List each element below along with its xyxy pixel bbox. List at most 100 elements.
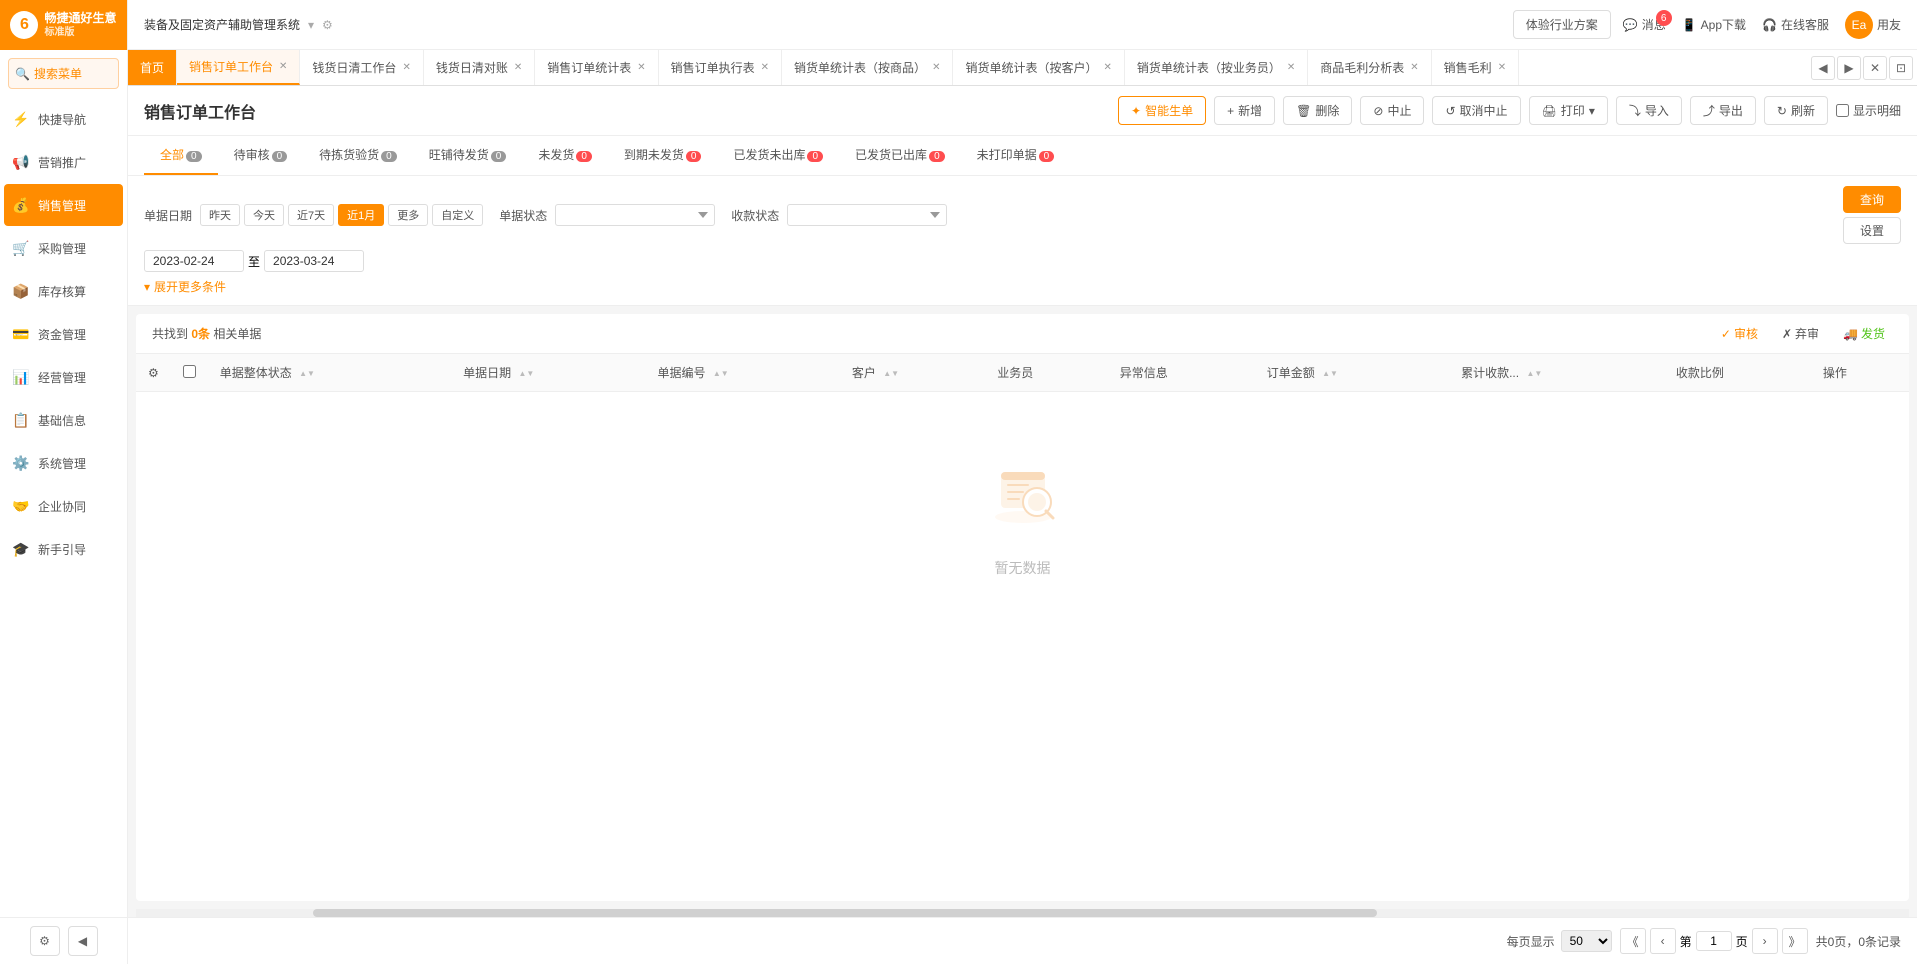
tab-product-margin[interactable]: 商品毛利分析表✕ (1308, 50, 1431, 85)
sidebar-item-operations[interactable]: 📊经营管理 (4, 356, 123, 398)
import-icon: ⤵ (1629, 102, 1641, 119)
delete-button[interactable]: 🗑 删除 (1283, 96, 1352, 125)
ship-action-button[interactable]: 🚚 发货 (1835, 322, 1893, 345)
page-number-input[interactable] (1696, 931, 1732, 951)
filter-tab-not-shipped[interactable]: 未发货0 (522, 136, 608, 175)
sidebar-item-quick-nav[interactable]: ⚡快捷导航 (4, 98, 123, 140)
tab-close-all-button[interactable]: ✕ (1863, 56, 1887, 80)
export-icon: ⤴ (1703, 102, 1715, 119)
cancel-stop-button[interactable]: ↺ 取消中止 (1432, 96, 1520, 125)
filter-tab-badge-not-printed: 0 (1039, 151, 1055, 162)
date-quick-近1月[interactable]: 近1月 (338, 204, 384, 226)
date-quick-更多[interactable]: 更多 (388, 204, 428, 226)
tab-prev-button[interactable]: ◀ (1811, 56, 1835, 80)
sidebar-item-base-info[interactable]: 📋基础信息 (4, 399, 123, 441)
filter-tab-not-printed[interactable]: 未打印单据0 (961, 136, 1071, 175)
search-menu-button[interactable]: 🔍 搜索菜单 (8, 58, 119, 89)
table-scroll[interactable]: ⚙ 单据整体状态 ▲▼ 单据日期 ▲▼ (136, 354, 1909, 901)
first-page-button[interactable]: 《 (1620, 928, 1646, 954)
filter-tab-shipped-not-warehoused[interactable]: 已发货未出库0 (717, 136, 839, 175)
cancel-review-action-button[interactable]: ✗ 弃审 (1774, 322, 1827, 345)
column-settings-icon[interactable]: ⚙ (148, 366, 159, 380)
filter-tab-pending-review[interactable]: 待审核0 (218, 136, 304, 175)
settings-footer-button[interactable]: ⚙ (30, 926, 60, 956)
filter-tab-overdue-not-shipped[interactable]: 到期未发货0 (608, 136, 718, 175)
tab-sales-order-workbench[interactable]: 销售订单工作台✕ (177, 50, 300, 85)
refresh-button[interactable]: ↻ 刷新 (1764, 96, 1828, 125)
tab-sales-order-exec[interactable]: 销售订单执行表✕ (659, 50, 782, 85)
last-page-button[interactable]: 》 (1782, 928, 1808, 954)
solution-button[interactable]: 体验行业方案 (1513, 10, 1611, 39)
customer-col-label: 客户 (852, 366, 876, 380)
tab-close-sales-order-stats[interactable]: ✕ (637, 62, 645, 73)
sidebar-item-system[interactable]: ⚙️系统管理 (4, 442, 123, 484)
tab-home[interactable]: 首页 (128, 50, 177, 85)
date-from-input[interactable] (144, 250, 244, 272)
sidebar-item-sales[interactable]: 💰销售管理 (4, 184, 123, 226)
filter-tab-pending-inspect[interactable]: 待拣货验货0 (303, 136, 413, 175)
nav-icon-finance: 💳 (12, 325, 30, 343)
new-button[interactable]: + 新增 (1214, 96, 1275, 125)
search-button[interactable]: 查询 (1843, 186, 1901, 213)
horizontal-scrollbar[interactable] (136, 909, 1909, 917)
date-quick-自定义[interactable]: 自定义 (432, 204, 483, 226)
tab-cash-daily[interactable]: 钱货日清工作台✕ (300, 50, 423, 85)
tab-close-cash-reconcile[interactable]: ✕ (514, 62, 522, 73)
system-title: 装备及固定资产辅助管理系统 ▾ ⚙ (144, 16, 1501, 33)
settings-icon[interactable]: ⚙ (322, 18, 333, 32)
tab-close-sales-order-exec[interactable]: ✕ (761, 62, 769, 73)
user-menu[interactable]: Ea 用友 (1845, 11, 1901, 39)
sidebar-item-marketing[interactable]: 📢营销推广 (4, 141, 123, 183)
payment-select[interactable] (787, 204, 947, 226)
tab-next-button[interactable]: ▶ (1837, 56, 1861, 80)
show-detail-checkbox[interactable] (1836, 104, 1849, 117)
tab-sales-profit[interactable]: 销售毛利✕ (1432, 50, 1519, 85)
filter-tab-shipped-warehoused[interactable]: 已发货已出库0 (839, 136, 961, 175)
collapse-sidebar-button[interactable]: ◀ (68, 926, 98, 956)
tab-sales-stats-customer[interactable]: 销货单统计表（按客户）✕ (953, 50, 1124, 85)
prev-page-button[interactable]: ‹ (1650, 928, 1676, 954)
tab-close-sales-stats-customer[interactable]: ✕ (1103, 62, 1111, 73)
show-detail-toggle[interactable]: 显示明细 (1836, 102, 1901, 119)
tab-close-sales-order-workbench[interactable]: ✕ (279, 61, 287, 72)
date-to-input[interactable] (264, 250, 364, 272)
sidebar-item-purchase[interactable]: 🛒采购管理 (4, 227, 123, 269)
smart-create-button[interactable]: ✦ 智能生单 (1118, 96, 1206, 125)
date-quick-近7天[interactable]: 近7天 (288, 204, 334, 226)
settings-button[interactable]: 设置 (1843, 217, 1901, 244)
scrollbar-thumb[interactable] (313, 909, 1377, 917)
date-quick-今天[interactable]: 今天 (244, 204, 284, 226)
sidebar-item-enterprise[interactable]: 🤝企业协同 (4, 485, 123, 527)
review-action-button[interactable]: ✓ 审核 (1713, 322, 1766, 345)
select-all-checkbox[interactable] (183, 365, 196, 378)
next-page-button[interactable]: › (1752, 928, 1778, 954)
export-button[interactable]: ⤴ 导出 (1690, 96, 1756, 125)
filter-tab-wangpu-pending-ship[interactable]: 旺铺待发货0 (413, 136, 523, 175)
nav-icon-quick-nav: ⚡ (12, 110, 30, 128)
tab-sales-stats-product[interactable]: 销货单统计表（按商品）✕ (782, 50, 953, 85)
tab-cash-reconcile[interactable]: 钱货日清对账✕ (424, 50, 535, 85)
tab-close-sales-stats-product[interactable]: ✕ (932, 62, 940, 73)
tab-close-product-margin[interactable]: ✕ (1410, 62, 1418, 73)
nav-icon-enterprise: 🤝 (12, 497, 30, 515)
sidebar-item-finance[interactable]: 💳资金管理 (4, 313, 123, 355)
tab-sales-stats-salesperson[interactable]: 销货单统计表（按业务员）✕ (1125, 50, 1308, 85)
tab-expand-button[interactable]: ⊡ (1889, 56, 1913, 80)
online-service-button[interactable]: 🎧 在线客服 (1762, 16, 1829, 33)
tab-sales-order-stats[interactable]: 销售订单统计表✕ (535, 50, 658, 85)
filter-tab-all[interactable]: 全部0 (144, 136, 218, 175)
stop-button[interactable]: ⊘ 中止 (1360, 96, 1424, 125)
expand-conditions-button[interactable]: ▾ 展开更多条件 (144, 278, 1901, 295)
date-quick-昨天[interactable]: 昨天 (200, 204, 240, 226)
tab-close-sales-profit[interactable]: ✕ (1498, 62, 1506, 73)
import-button[interactable]: ⤵ 导入 (1616, 96, 1682, 125)
status-select[interactable] (555, 204, 715, 226)
sidebar-item-inventory[interactable]: 📦库存核算 (4, 270, 123, 312)
print-button[interactable]: 🖨 打印 ▾ (1529, 96, 1608, 125)
tab-close-cash-daily[interactable]: ✕ (402, 62, 410, 73)
app-download-button[interactable]: 📱 App下载 (1682, 16, 1746, 33)
sidebar-item-guide[interactable]: 🎓新手引导 (4, 528, 123, 570)
tab-close-sales-stats-salesperson[interactable]: ✕ (1287, 62, 1295, 73)
message-button[interactable]: 💬 消息 6 (1623, 16, 1666, 33)
page-size-select[interactable]: 102050100 (1561, 930, 1612, 952)
